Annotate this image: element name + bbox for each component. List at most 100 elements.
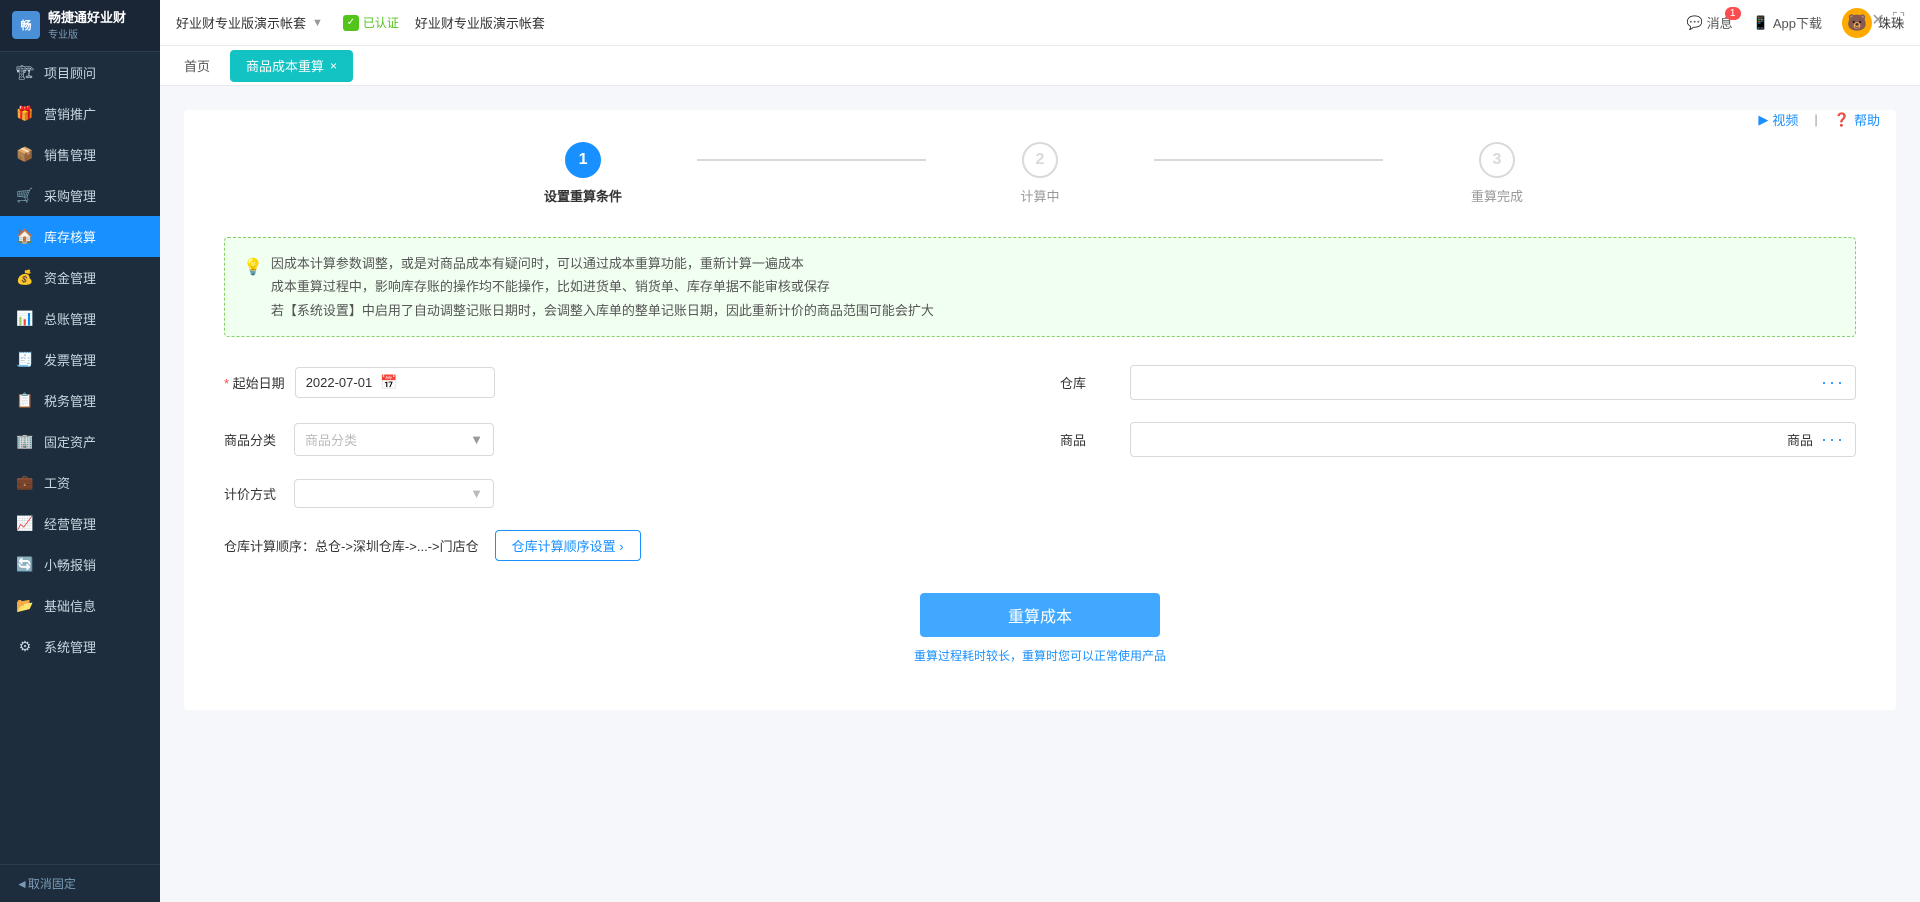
sidebar-item-label-inventory: 库存核算 xyxy=(44,227,96,246)
topbar-account-selector[interactable]: 好业财专业版演示帐套 ▼ xyxy=(176,13,323,32)
recalc-button[interactable]: 重算成本 xyxy=(920,593,1160,637)
sidebar: 畅 畅捷通好业财 专业版 🏗 项目顾问 🎁 营销推广 📦 销售管理 🛒 采购管理… xyxy=(0,0,160,902)
sidebar-item-assets[interactable]: 🏢 固定资产 xyxy=(0,421,160,462)
step-1: 1 设置重算条件 xyxy=(469,142,697,205)
message-icon: 💬 xyxy=(1686,15,1702,31)
goods-placeholder: 商品 xyxy=(1787,430,1813,449)
play-icon: ▶ xyxy=(1758,112,1768,128)
sidebar-item-label-project: 项目顾问 xyxy=(44,63,96,82)
help-links: ▶ 视频 | ❓ 帮助 xyxy=(1758,110,1880,129)
step-3: 3 重算完成 xyxy=(1383,142,1611,205)
topbar-verified-badge: ✓ 已认证 xyxy=(343,14,399,31)
recalc-area: 重算成本 重算过程耗时较长，重算时您可以正常使用产品 xyxy=(224,593,1856,664)
warehouse-order-label: 仓库计算顺序：总仓->深圳仓库->...->门店仓 xyxy=(224,536,479,555)
sidebar-item-finance[interactable]: 💰 资金管理 xyxy=(0,257,160,298)
info-box: 💡 因成本计算参数调整，或是对商品成本有疑问时，可以通过成本重算功能，重新计算一… xyxy=(224,237,1856,337)
main-area: 好业财专业版演示帐套 ▼ ✓ 已认证 好业财专业版演示帐套 💬 消息 1 📱 A… xyxy=(160,0,1920,902)
goods-label: 商品 xyxy=(1060,430,1120,449)
sidebar-item-label-purchase: 采购管理 xyxy=(44,186,96,205)
tab-cost-recalculate[interactable]: 商品成本重算 × xyxy=(230,50,353,82)
sidebar-item-project[interactable]: 🏗 项目顾问 xyxy=(0,52,160,93)
sidebar-item-label-system: 系统管理 xyxy=(44,637,96,656)
step-connector-2 xyxy=(1154,159,1382,161)
tax-icon: 📋 xyxy=(16,391,34,409)
app-download-button[interactable]: 📱 App下载 xyxy=(1753,13,1822,32)
info-line1: 因成本计算参数调整，或是对商品成本有疑问时，可以通过成本重算功能，重新计算一遍成… xyxy=(271,252,934,275)
tabs-bar: 首页 商品成本重算 × xyxy=(160,46,1920,86)
sidebar-item-tax[interactable]: 📋 税务管理 xyxy=(0,380,160,421)
salary-icon: 💼 xyxy=(16,473,34,491)
start-date-value: 2022-07-01 xyxy=(306,375,373,390)
form-group-warehouse: 仓库 ··· xyxy=(1060,365,1856,400)
sidebar-item-label-tax: 税务管理 xyxy=(44,391,96,410)
steps-bar: 1 设置重算条件 2 计算中 3 重算完成 xyxy=(469,142,1611,205)
sidebar-nav: 🏗 项目顾问 🎁 营销推广 📦 销售管理 🛒 采购管理 🏠 库存核算 💰 资金管… xyxy=(0,52,160,864)
sidebar-item-management[interactable]: 📈 经营管理 xyxy=(0,503,160,544)
step-connector-1 xyxy=(697,159,925,161)
form-row-2: 商品分类 商品分类 ▼ 商品 商品 ··· xyxy=(224,422,1856,457)
topbar-verified-label: 已认证 xyxy=(363,14,399,31)
finance-icon: 💰 xyxy=(16,268,34,286)
topbar: 好业财专业版演示帐套 ▼ ✓ 已认证 好业财专业版演示帐套 💬 消息 1 📱 A… xyxy=(160,0,1920,46)
close-panel-button[interactable]: ✕ xyxy=(1871,10,1884,30)
sidebar-item-inventory[interactable]: 🏠 库存核算 xyxy=(0,216,160,257)
sidebar-item-label-invoice: 发票管理 xyxy=(44,350,96,369)
tab-close-icon[interactable]: × xyxy=(330,59,337,73)
start-date-input[interactable]: 2022-07-01 📅 xyxy=(295,367,495,398)
sidebar-item-marketing[interactable]: 🎁 营销推广 xyxy=(0,93,160,134)
sidebar-footer-unpin[interactable]: ◄取消固定 xyxy=(0,864,160,902)
help-icon: ❓ xyxy=(1834,112,1850,128)
content-card: ▶ 视频 | ❓ 帮助 1 设置重算条件 2 计算中 xyxy=(184,110,1896,710)
step-3-circle: 3 xyxy=(1479,142,1515,178)
form-row-1: 起始日期 2022-07-01 📅 仓库 ··· xyxy=(224,365,1856,400)
category-select[interactable]: 商品分类 ▼ xyxy=(294,423,494,456)
tab-home[interactable]: 首页 xyxy=(168,50,226,82)
calendar-icon: 📅 xyxy=(380,374,397,391)
topbar-company-name: 好业财专业版演示帐套 xyxy=(415,13,545,32)
sidebar-item-accounting[interactable]: 📊 总账管理 xyxy=(0,298,160,339)
sidebar-item-label-accounting: 总账管理 xyxy=(44,309,96,328)
step-1-label: 设置重算条件 xyxy=(544,186,622,205)
invoice-icon: 🧾 xyxy=(16,350,34,368)
warehouse-order-btn[interactable]: 仓库计算顺序设置 › xyxy=(495,530,641,561)
sidebar-item-salary[interactable]: 💼 工资 xyxy=(0,462,160,503)
project-icon: 🏗 xyxy=(16,63,34,81)
management-icon: 📈 xyxy=(16,514,34,532)
sidebar-item-sales[interactable]: 📦 销售管理 xyxy=(0,134,160,175)
pricing-select[interactable]: ▼ xyxy=(294,479,494,508)
info-line3: 若【系统设置】中启用了自动调整记账日期时，会调整入库单的整单记账日期，因此重新计… xyxy=(271,299,934,322)
sidebar-item-purchase[interactable]: 🛒 采购管理 xyxy=(0,175,160,216)
mobile-icon: 📱 xyxy=(1753,15,1769,31)
sidebar-item-basic[interactable]: 📂 基础信息 xyxy=(0,585,160,626)
sidebar-item-system[interactable]: ⚙ 系统管理 xyxy=(0,626,160,667)
sidebar-item-invoice[interactable]: 🧾 发票管理 xyxy=(0,339,160,380)
sidebar-item-label-finance: 资金管理 xyxy=(44,268,96,287)
help-link[interactable]: ❓ 帮助 xyxy=(1834,110,1880,129)
info-line2: 成本重算过程中，影响库存账的操作均不能操作，比如进货单、销货单、库存单据不能审核… xyxy=(271,275,934,298)
warehouse-input[interactable]: ··· xyxy=(1130,365,1856,400)
step-3-label: 重算完成 xyxy=(1471,186,1523,205)
sidebar-title-block: 畅捷通好业财 专业版 xyxy=(48,10,126,41)
sidebar-item-label-assets: 固定资产 xyxy=(44,432,96,451)
warehouse-label: 仓库 xyxy=(1060,373,1120,392)
expand-panel-button[interactable]: ⛶ xyxy=(1893,10,1904,30)
sidebar-item-label-salary: 工资 xyxy=(44,473,70,492)
video-link[interactable]: ▶ 视频 xyxy=(1758,110,1798,129)
goods-input[interactable]: 商品 ··· xyxy=(1130,422,1856,457)
expense-icon: 🔄 xyxy=(16,555,34,573)
sidebar-app-title: 畅捷通好业财 xyxy=(48,10,126,26)
step-1-circle: 1 xyxy=(565,142,601,178)
content-area: ▶ 视频 | ❓ 帮助 1 设置重算条件 2 计算中 xyxy=(160,86,1920,902)
goods-dots-icon: ··· xyxy=(1821,429,1845,450)
sidebar-item-label-management: 经营管理 xyxy=(44,514,96,533)
tab-cost-recalculate-label: 商品成本重算 xyxy=(246,56,324,75)
sidebar-item-label-expense: 小畅报销 xyxy=(44,555,96,574)
sidebar-item-expense[interactable]: 🔄 小畅报销 xyxy=(0,544,160,585)
message-button[interactable]: 💬 消息 1 xyxy=(1686,13,1732,32)
topbar-account-arrow-icon: ▼ xyxy=(312,17,323,29)
topbar-account-label: 好业财专业版演示帐套 xyxy=(176,13,306,32)
app-download-label: App下载 xyxy=(1773,13,1822,32)
message-badge: 1 xyxy=(1725,7,1741,20)
category-arrow-icon: ▼ xyxy=(470,432,483,447)
sidebar-item-label-basic: 基础信息 xyxy=(44,596,96,615)
